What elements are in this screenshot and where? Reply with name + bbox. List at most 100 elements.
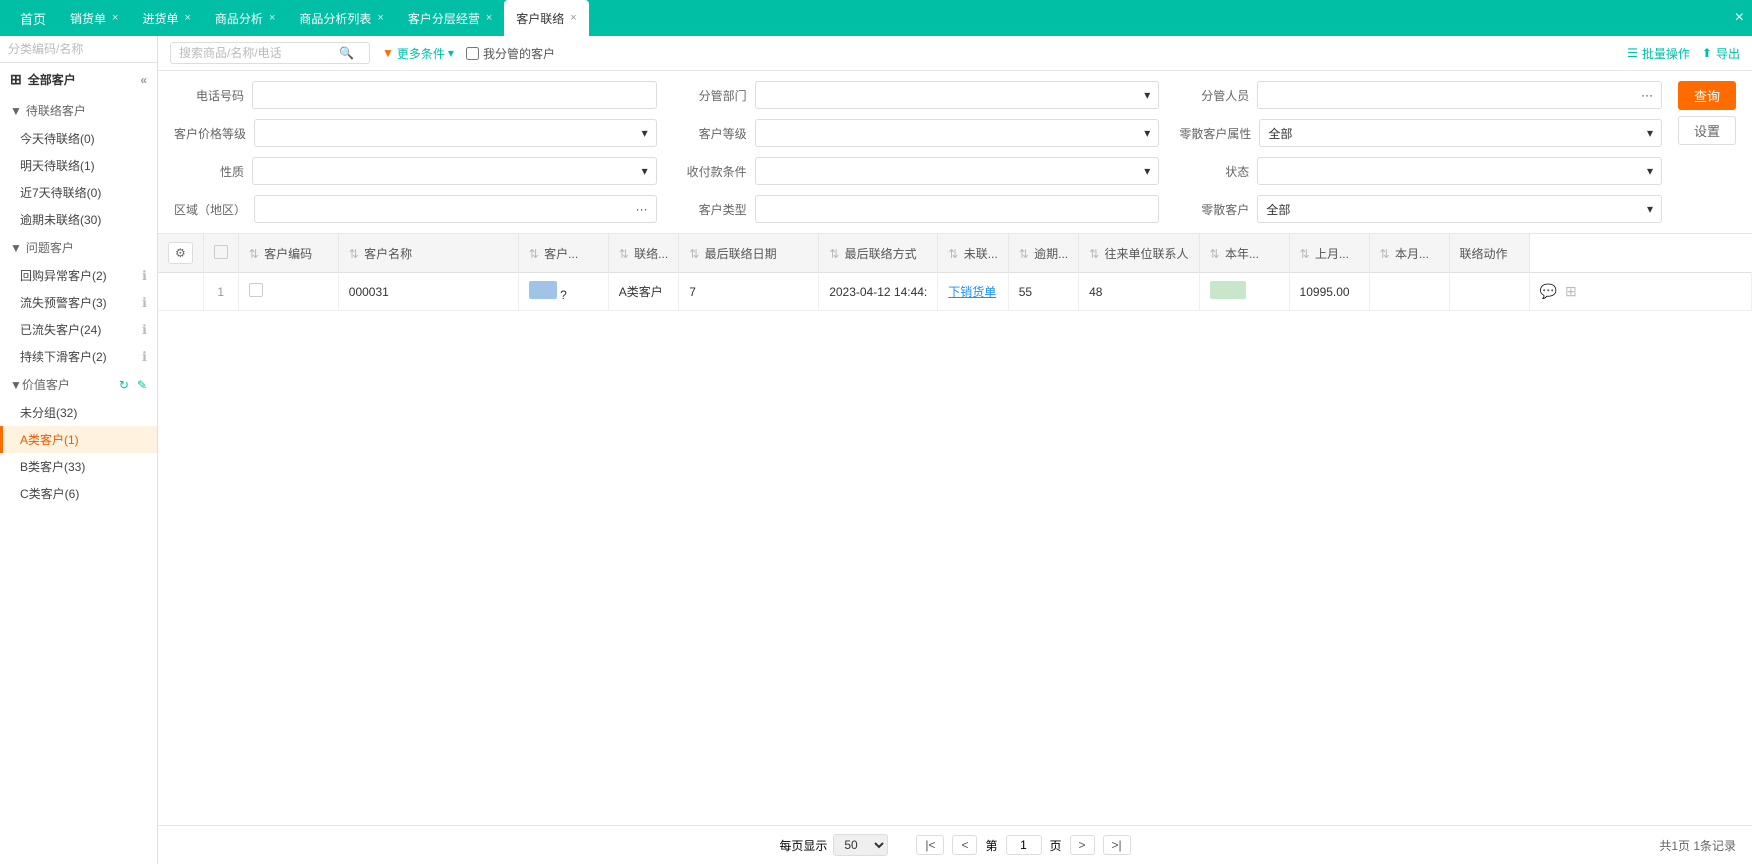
nav-tab-analysis-close[interactable]: × xyxy=(269,12,275,24)
prev-page-btn[interactable]: < xyxy=(952,835,977,855)
sidebar-item-repurchase[interactable]: 回购异常客户(2) ℹ xyxy=(0,262,157,289)
sidebar-item-churn-warning[interactable]: 流失预警客户(3) ℹ xyxy=(0,289,157,316)
th-last-month[interactable]: ⇅ 上月... xyxy=(1289,234,1369,273)
sidebar-item-a-class[interactable]: A类客户(1) xyxy=(0,426,157,453)
sidebar-item-overdue[interactable]: 逾期未联络(30) xyxy=(0,206,157,233)
filter-payment-select[interactable]: ▾ xyxy=(755,157,1160,185)
window-close-button[interactable]: × xyxy=(1735,9,1744,27)
th-uncontacted[interactable]: ⇅ 未联... xyxy=(938,234,1008,273)
th-level[interactable]: ⇅ 客户... xyxy=(518,234,608,273)
sidebar-section-value-label: 价值客户 xyxy=(22,376,70,393)
filter-region-label: 区域（地区） xyxy=(174,201,246,218)
filter-price-level-select[interactable]: ▾ xyxy=(254,119,657,147)
sidebar-search-input[interactable] xyxy=(8,42,158,56)
sidebar-item-declining[interactable]: 持续下滑客户(2) ℹ xyxy=(0,343,157,370)
export-btn[interactable]: ⬆ 导出 xyxy=(1702,45,1740,62)
sidebar-item-b-class[interactable]: B类客户(33) xyxy=(0,453,157,480)
nav-tab-analysis-list-close[interactable]: × xyxy=(377,12,383,24)
last-page-btn[interactable]: >| xyxy=(1103,835,1131,855)
th-contact-count[interactable]: ⇅ 联络... xyxy=(608,234,678,273)
page-size-select[interactable]: 50 100 xyxy=(833,834,888,856)
search-input[interactable] xyxy=(179,46,339,60)
nav-home[interactable]: 首页 xyxy=(8,9,58,28)
th-name[interactable]: ⇅ 客户名称 xyxy=(338,234,518,273)
sidebar-item-today[interactable]: 今天待联络(0) xyxy=(0,125,157,152)
filter-customer-type-input[interactable] xyxy=(755,195,1160,223)
th-code[interactable]: ⇅ 客户编码 xyxy=(238,234,338,273)
row-checkbox[interactable] xyxy=(249,283,263,297)
sidebar-collapse-icon[interactable]: « xyxy=(140,73,147,87)
sidebar-all-customers-label: 全部客户 xyxy=(28,71,76,88)
sidebar-item-7days[interactable]: 近7天待联络(0) xyxy=(0,179,157,206)
filter-dept-select[interactable]: ▾ xyxy=(755,81,1160,109)
edit-icon[interactable]: ✎ xyxy=(137,378,147,392)
sidebar-section-problem-label: 问题客户 xyxy=(26,239,74,256)
next-page-btn[interactable]: > xyxy=(1070,835,1095,855)
nav-tab-customer-contact[interactable]: 客户联络 × xyxy=(504,0,588,36)
nav-tab-customer-tier[interactable]: 客户分层经营 × xyxy=(396,0,504,36)
main-layout: 🔍 ⊞ 全部客户 « ▼ 待联络客户 今天待联络(0) 明天待联络(1) 近7天… xyxy=(0,36,1752,864)
nav-tab-purchase[interactable]: 进货单 × xyxy=(130,0,202,36)
nav-tab-sales-close[interactable]: × xyxy=(112,12,118,24)
filter-retail-attr-select[interactable]: 全部 ▾ xyxy=(1259,119,1662,147)
nav-tab-sales[interactable]: 销货单 × xyxy=(58,0,130,36)
filter-retail-customer-select[interactable]: 全部 ▾ xyxy=(1257,195,1662,223)
table-gear-button[interactable]: ⚙ xyxy=(168,242,193,264)
more-filter-btn[interactable]: ▼ 更多条件 ▾ xyxy=(382,45,454,62)
select-all-checkbox[interactable] xyxy=(214,245,228,259)
sidebar-item-c-class[interactable]: C类客户(6) xyxy=(0,480,157,507)
sidebar-item-tomorrow[interactable]: 明天待联络(1) xyxy=(0,152,157,179)
nav-tab-sales-label: 销货单 xyxy=(70,10,106,27)
sort-icon-uncontacted: ⇅ xyxy=(948,247,958,261)
filter-person-select[interactable]: ··· xyxy=(1257,81,1662,109)
nav-tab-analysis-list[interactable]: 商品分析列表 × xyxy=(287,0,395,36)
value-arrow-icon: ▼ xyxy=(10,378,22,392)
th-current-month[interactable]: ⇅ 本月... xyxy=(1369,234,1449,273)
th-contact-person[interactable]: ⇅ 往来单位联系人 xyxy=(1079,234,1199,273)
last-method-link[interactable]: 下销货单 xyxy=(948,285,996,299)
filter-nature-select[interactable]: ▾ xyxy=(252,157,657,185)
th-overdue[interactable]: ⇅ 逾期... xyxy=(1008,234,1078,273)
batch-op-btn[interactable]: ☰ 批量操作 xyxy=(1627,45,1690,62)
nav-tab-customer-contact-close[interactable]: × xyxy=(570,12,576,24)
sidebar-section-problem[interactable]: ▼ 问题客户 xyxy=(0,233,157,262)
filter-phone: 电话号码 xyxy=(174,81,657,109)
th-last-month-label: 上月... xyxy=(1315,247,1349,261)
filter-region-select[interactable]: ··· xyxy=(254,195,657,223)
th-last-date[interactable]: ⇅ 最后联络日期 xyxy=(679,234,819,273)
sidebar-all-customers[interactable]: ⊞ 全部客户 « xyxy=(0,63,157,96)
page-input[interactable] xyxy=(1006,835,1042,855)
filter-panel: 电话号码 分管部门 ▾ xyxy=(158,71,1752,234)
nav-tab-analysis[interactable]: 商品分析 × xyxy=(203,0,287,36)
nav-tab-customer-tier-close[interactable]: × xyxy=(486,12,492,24)
grid-action-icon[interactable]: ⊞ xyxy=(1565,283,1577,300)
search-icon[interactable]: 🔍 xyxy=(339,46,354,60)
filter-customer-level-select[interactable]: ▾ xyxy=(755,119,1160,147)
sidebar-item-ungroup[interactable]: 未分组(32) xyxy=(0,399,157,426)
sidebar-item-churned[interactable]: 已流失客户(24) ℹ xyxy=(0,316,157,343)
filter-phone-input[interactable] xyxy=(252,81,657,109)
my-customers-check[interactable] xyxy=(466,47,479,60)
sidebar-section-value[interactable]: ▼ 价值客户 ↻ ✎ xyxy=(0,370,157,399)
th-current-year-label: 本年... xyxy=(1225,247,1259,261)
filter-customer-level-label: 客户等级 xyxy=(677,125,747,142)
refresh-icon[interactable]: ↻ xyxy=(119,378,129,392)
sidebar-section-pending[interactable]: ▼ 待联络客户 xyxy=(0,96,157,125)
content-area: 🔍 ▼ 更多条件 ▾ 我分管的客户 ☰ 批量操作 ⬆ 导出 xyxy=(158,36,1752,864)
chat-action-icon[interactable]: 💬 xyxy=(1540,283,1557,300)
settings-button[interactable]: 设置 xyxy=(1678,116,1736,145)
nav-tab-purchase-close[interactable]: × xyxy=(184,12,190,24)
batch-icon: ☰ xyxy=(1627,46,1638,60)
query-button[interactable]: 查询 xyxy=(1678,81,1736,110)
my-customers-checkbox[interactable]: 我分管的客户 xyxy=(466,45,555,62)
td-last-month xyxy=(1369,273,1449,311)
th-current-year[interactable]: ⇅ 本年... xyxy=(1199,234,1289,273)
retail-attr-value: 全部 xyxy=(1268,125,1292,142)
filter-phone-label: 电话号码 xyxy=(174,87,244,104)
th-code-label: 客户编码 xyxy=(264,247,312,261)
filter-status-select[interactable]: ▾ xyxy=(1257,157,1662,185)
sort-icon-level: ⇅ xyxy=(529,247,539,261)
filter-price-level: 客户价格等级 ▾ xyxy=(174,119,657,147)
first-page-btn[interactable]: |< xyxy=(916,835,944,855)
th-last-method[interactable]: ⇅ 最后联络方式 xyxy=(819,234,938,273)
